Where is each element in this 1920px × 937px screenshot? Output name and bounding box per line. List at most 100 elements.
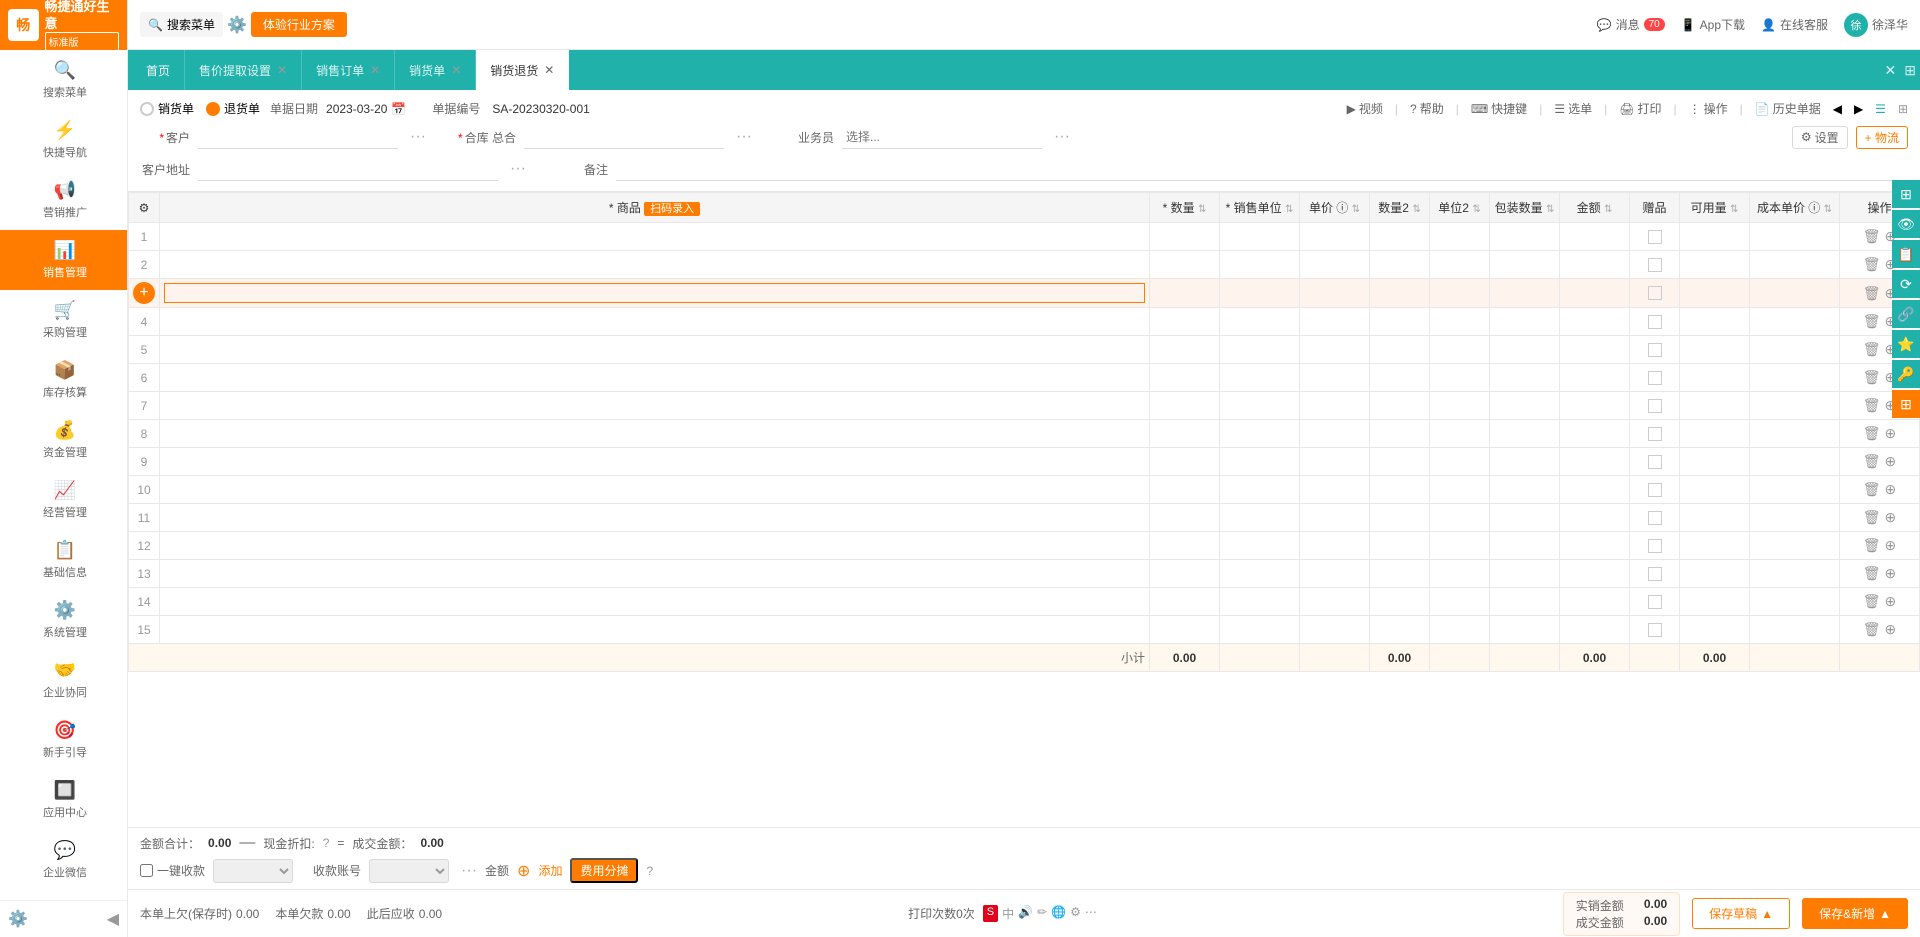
price-cell[interactable] (1300, 504, 1370, 532)
qty2-cell[interactable] (1370, 588, 1430, 616)
pack-qty-cell[interactable] (1490, 420, 1560, 448)
cost-price-cell[interactable] (1750, 420, 1840, 448)
quantity-cell[interactable] (1150, 392, 1220, 420)
quick-btn-2[interactable]: 👁 (1892, 210, 1920, 238)
price-cell[interactable] (1300, 336, 1370, 364)
gift-checkbox[interactable] (1648, 315, 1662, 329)
settlement-select[interactable] (213, 859, 293, 883)
amount-cell[interactable] (1560, 476, 1630, 504)
amount-cell[interactable] (1560, 308, 1630, 336)
customer-select-btn[interactable]: ··· (410, 128, 426, 146)
delete-row-icon[interactable]: 🗑 (1863, 369, 1881, 386)
amount-cell[interactable] (1560, 364, 1630, 392)
ime-icon-1[interactable]: S (983, 905, 998, 922)
gift-checkbox[interactable] (1648, 539, 1662, 553)
product-cell[interactable] (160, 448, 1150, 476)
product-cell[interactable] (160, 308, 1150, 336)
price-info-icon[interactable]: ⓘ (1336, 201, 1348, 215)
amount-cell-active[interactable] (1560, 279, 1630, 308)
qty2-cell[interactable] (1370, 392, 1430, 420)
sales-unit-cell[interactable] (1220, 560, 1300, 588)
quantity-cell[interactable] (1150, 588, 1220, 616)
gift-cell-active[interactable] (1630, 279, 1680, 308)
tab-sales-return[interactable]: 销货退货 ✕ (476, 50, 569, 90)
unit2-cell[interactable] (1430, 532, 1490, 560)
add-row-cell[interactable]: + (129, 279, 160, 308)
qty2-cell[interactable] (1370, 504, 1430, 532)
sidebar-item-finance[interactable]: 💰 资金管理 (0, 410, 127, 470)
quick-btn-1[interactable]: ⊞ (1892, 180, 1920, 208)
amount-sort[interactable]: ⇅ (1604, 204, 1612, 215)
unit2-cell[interactable] (1430, 420, 1490, 448)
cost-price-cell[interactable] (1750, 251, 1840, 279)
amount-cell[interactable] (1560, 336, 1630, 364)
quick-btn-6[interactable]: ⭐ (1892, 330, 1920, 358)
gift-cell[interactable] (1630, 364, 1680, 392)
delete-row-icon[interactable]: 🗑 (1863, 425, 1881, 442)
sales-unit-cell[interactable] (1220, 448, 1300, 476)
quantity-cell[interactable] (1150, 616, 1220, 644)
pack-qty-cell[interactable] (1490, 364, 1560, 392)
sidebar-item-apps[interactable]: 🔲 应用中心 (0, 770, 127, 830)
ime-icon-6[interactable]: ⚙ (1070, 905, 1081, 922)
address-input[interactable] (198, 157, 498, 181)
quantity-cell[interactable] (1150, 308, 1220, 336)
quantity-cell[interactable] (1150, 532, 1220, 560)
pack-qty-cell[interactable] (1490, 588, 1560, 616)
product-cell[interactable] (160, 251, 1150, 279)
one-click-collect-checkbox[interactable]: 一键收款 (140, 862, 205, 879)
unit2-cell[interactable] (1430, 616, 1490, 644)
quantity-cell[interactable] (1150, 504, 1220, 532)
sales-unit-cell[interactable] (1220, 251, 1300, 279)
quantity-cell[interactable] (1150, 448, 1220, 476)
address-select-btn[interactable]: ··· (510, 160, 526, 178)
gift-checkbox[interactable] (1648, 343, 1662, 357)
warehouse-select-btn[interactable]: ··· (736, 128, 752, 146)
list-view-icon[interactable]: ☰ (1875, 102, 1886, 116)
price-cell-active[interactable] (1300, 279, 1370, 308)
radio-sales[interactable]: 销货单 (140, 100, 194, 117)
ime-icon-3[interactable]: 🔊 (1018, 905, 1033, 922)
price-cell[interactable] (1300, 420, 1370, 448)
sidebar-item-basic[interactable]: 📋 基础信息 (0, 530, 127, 590)
available-cell[interactable] (1680, 504, 1750, 532)
available-cell[interactable] (1680, 560, 1750, 588)
amount-cell[interactable] (1560, 420, 1630, 448)
product-cell[interactable] (160, 336, 1150, 364)
available-cell[interactable] (1680, 476, 1750, 504)
pack-qty-cell[interactable] (1490, 448, 1560, 476)
sales-unit-cell[interactable] (1220, 476, 1300, 504)
available-cell[interactable] (1680, 364, 1750, 392)
grid-view-icon[interactable]: ⊞ (1898, 102, 1908, 116)
sidebar-item-enterprise[interactable]: 🤝 企业协同 (0, 650, 127, 710)
quantity-sort[interactable]: ⇅ (1198, 204, 1206, 215)
price-cell[interactable] (1300, 560, 1370, 588)
qty2-cell[interactable] (1370, 448, 1430, 476)
sales-unit-sort[interactable]: ⇅ (1285, 204, 1293, 215)
tab-sales-order[interactable]: 销售订单 ✕ (302, 50, 395, 90)
qty2-cell[interactable] (1370, 476, 1430, 504)
prev-record-icon[interactable]: ◀ (1833, 102, 1842, 116)
quick-btn-8[interactable]: ⊞ (1892, 390, 1920, 418)
amount-cell[interactable] (1560, 392, 1630, 420)
sales-unit-cell[interactable] (1220, 392, 1300, 420)
note-text-input[interactable] (620, 162, 1904, 176)
quantity-cell[interactable] (1150, 560, 1220, 588)
product-cell[interactable] (160, 223, 1150, 251)
unit2-cell[interactable] (1430, 476, 1490, 504)
copy-row-icon[interactable]: ⊕ (1885, 453, 1897, 470)
operation-btn[interactable]: ⋮ 操作 (1689, 100, 1728, 117)
amount-cell[interactable] (1560, 560, 1630, 588)
price-cell[interactable] (1300, 392, 1370, 420)
gift-cell[interactable] (1630, 420, 1680, 448)
pack-qty-cell[interactable] (1490, 223, 1560, 251)
pack-qty-cell[interactable] (1490, 336, 1560, 364)
cost-price-cell[interactable] (1750, 308, 1840, 336)
price-sort[interactable]: ⇅ (1352, 204, 1360, 215)
delete-row-icon[interactable]: 🗑 (1863, 313, 1881, 330)
quantity-cell[interactable] (1150, 251, 1220, 279)
one-click-checkbox-input[interactable] (140, 864, 153, 877)
copy-row-icon[interactable]: ⊕ (1885, 537, 1897, 554)
qty2-cell[interactable] (1370, 223, 1430, 251)
available-cell[interactable] (1680, 392, 1750, 420)
